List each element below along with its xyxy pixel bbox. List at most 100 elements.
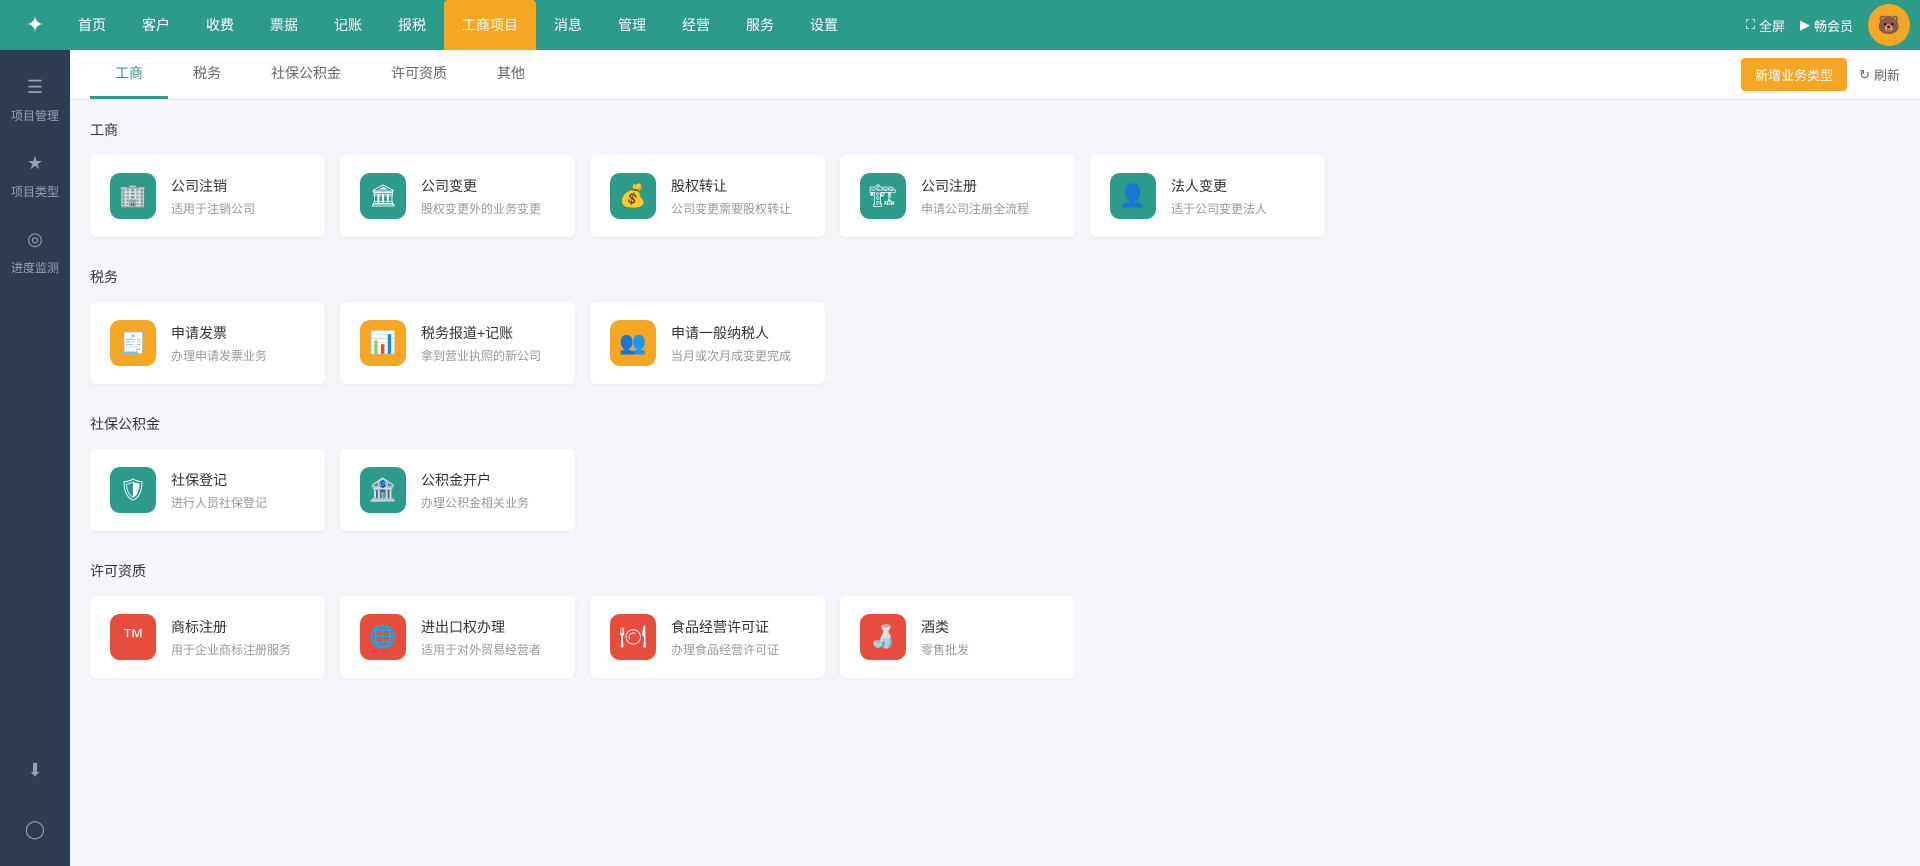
card-equity-transfer[interactable]: 💰 股权转让 公司变更需要股权转让 [590, 155, 825, 237]
card-company-register[interactable]: 🏗 公司注册 申请公司注册全流程 [840, 155, 1075, 237]
top-right-actions: ⛶ 全屏 ▶ 畅会员 🐻 [1746, 4, 1910, 46]
trademark-desc: 用于企业商标注册服务 [171, 641, 291, 658]
vip-label: 畅会员 [1814, 16, 1853, 35]
nav-bills[interactable]: 票据 [252, 0, 316, 50]
company-cancel-desc: 适用于注销公司 [171, 200, 255, 217]
card-general-taxpayer[interactable]: 👥 申请一般纳税人 当月或次月成变更完成 [590, 302, 825, 384]
section-xuke: 许可资质 ™ 商标注册 用于企业商标注册服务 🌐 进出口权办理 适用于对外贸 [90, 561, 1900, 678]
fullscreen-button[interactable]: ⛶ 全屏 [1746, 16, 1785, 35]
nav-fees[interactable]: 收费 [188, 0, 252, 50]
refresh-button[interactable]: ↻ 刷新 [1859, 65, 1900, 84]
app-logo: ✦ [10, 0, 60, 50]
tab-qita[interactable]: 其他 [472, 50, 550, 99]
card-trademark[interactable]: ™ 商标注册 用于企业商标注册服务 [90, 596, 325, 678]
company-cancel-title: 公司注销 [171, 176, 255, 196]
trademark-title: 商标注册 [171, 617, 291, 637]
liquor-desc: 零售批发 [921, 641, 969, 658]
sidebar-bottom: ⬇ ◯ [0, 743, 70, 856]
sidebar-help[interactable]: ◯ [0, 802, 70, 856]
company-cancel-icon: 🏢 [110, 173, 156, 219]
section-gongshang: 工商 🏢 公司注销 适用于注销公司 🏛 公司变更 股权变更外的业务变更 [90, 120, 1900, 237]
tab-shebao[interactable]: 社保公积金 [246, 50, 366, 99]
tax-bookkeeping-icon: 📊 [360, 320, 406, 366]
sidebar-item-label-type: 项目类型 [11, 183, 59, 200]
nav-customer[interactable]: 客户 [124, 0, 188, 50]
legal-change-desc: 适于公司变更法人 [1171, 200, 1267, 217]
import-export-desc: 适用于对外贸易经营者 [421, 641, 541, 658]
food-license-icon: 🍽 [610, 614, 656, 660]
social-insurance-info: 社保登记 进行人员社保登记 [171, 470, 267, 511]
card-company-cancel[interactable]: 🏢 公司注销 适用于注销公司 [90, 155, 325, 237]
legal-change-icon: 👤 [1110, 173, 1156, 219]
equity-transfer-title: 股权转让 [671, 176, 791, 196]
tax-bookkeeping-desc: 拿到营业执照的新公司 [421, 347, 541, 364]
main-layout: ☰ 项目管理 ★ 项目类型 ◎ 进度监测 ⬇ ◯ 工商 税务 社保公积金 [0, 50, 1920, 866]
company-register-info: 公司注册 申请公司注册全流程 [921, 176, 1029, 217]
company-change-info: 公司变更 股权变更外的业务变更 [421, 176, 541, 217]
card-import-export[interactable]: 🌐 进出口权办理 适用于对外贸易经营者 [340, 596, 575, 678]
section-title-shuiwu: 税务 [90, 267, 1900, 287]
vip-button[interactable]: ▶ 畅会员 [1800, 16, 1853, 35]
nav-settings[interactable]: 设置 [792, 0, 856, 50]
section-title-gongshang: 工商 [90, 120, 1900, 140]
trademark-icon: ™ [110, 614, 156, 660]
tab-gongshang[interactable]: 工商 [90, 50, 168, 99]
fullscreen-icon: ⛶ [1746, 17, 1755, 33]
company-cancel-info: 公司注销 适用于注销公司 [171, 176, 255, 217]
company-change-icon: 🏛 [360, 173, 406, 219]
card-tax-bookkeeping[interactable]: 📊 税务报道+记账 拿到营业执照的新公司 [340, 302, 575, 384]
content-scroll[interactable]: 工商 🏢 公司注销 适用于注销公司 🏛 公司变更 股权变更外的业务变更 [70, 100, 1920, 866]
card-company-change[interactable]: 🏛 公司变更 股权变更外的业务变更 [340, 155, 575, 237]
refresh-label: 刷新 [1874, 65, 1900, 84]
food-license-title: 食品经营许可证 [671, 617, 779, 637]
tab-xuke[interactable]: 许可资质 [366, 50, 472, 99]
invoice-apply-info: 申请发票 办理申请发票业务 [171, 323, 267, 364]
project-management-icon: ☰ [20, 72, 50, 102]
company-register-title: 公司注册 [921, 176, 1029, 196]
add-business-type-button[interactable]: 新增业务类型 [1741, 58, 1847, 91]
sidebar-item-project-management[interactable]: ☰ 项目管理 [0, 60, 70, 136]
top-navigation: ✦ 首页 客户 收费 票据 记账 报税 工商项目 消息 管理 经营 服务 设置 … [0, 0, 1920, 50]
tax-bookkeeping-title: 税务报道+记账 [421, 323, 541, 343]
nav-business-project[interactable]: 工商项目 [444, 0, 536, 50]
mascot-avatar[interactable]: 🐻 [1868, 4, 1910, 46]
provident-fund-desc: 办理公积金相关业务 [421, 494, 529, 511]
card-provident-fund[interactable]: 🏦 公积金开户 办理公积金相关业务 [340, 449, 575, 531]
nav-tax-report[interactable]: 报税 [380, 0, 444, 50]
sidebar-item-progress[interactable]: ◎ 进度监测 [0, 212, 70, 288]
food-license-info: 食品经营许可证 办理食品经营许可证 [671, 617, 779, 658]
nav-service[interactable]: 服务 [728, 0, 792, 50]
nav-home[interactable]: 首页 [60, 0, 124, 50]
company-change-desc: 股权变更外的业务变更 [421, 200, 541, 217]
card-social-insurance[interactable]: 🛡 社保登记 进行人员社保登记 [90, 449, 325, 531]
equity-transfer-desc: 公司变更需要股权转让 [671, 200, 791, 217]
card-invoice-apply[interactable]: 🧾 申请发票 办理申请发票业务 [90, 302, 325, 384]
equity-transfer-info: 股权转让 公司变更需要股权转让 [671, 176, 791, 217]
section-title-xuke: 许可资质 [90, 561, 1900, 581]
tab-shuiwu[interactable]: 税务 [168, 50, 246, 99]
nav-management[interactable]: 管理 [600, 0, 664, 50]
company-change-title: 公司变更 [421, 176, 541, 196]
nav-messages[interactable]: 消息 [536, 0, 600, 50]
general-taxpayer-info: 申请一般纳税人 当月或次月成变更完成 [671, 323, 791, 364]
nav-bookkeeping[interactable]: 记账 [316, 0, 380, 50]
cards-grid-shuiwu: 🧾 申请发票 办理申请发票业务 📊 税务报道+记账 拿到营业执照的新公司 [90, 302, 1900, 384]
sidebar-download[interactable]: ⬇ [0, 743, 70, 797]
sidebar-item-project-type[interactable]: ★ 项目类型 [0, 136, 70, 212]
general-taxpayer-icon: 👥 [610, 320, 656, 366]
company-register-icon: 🏗 [860, 173, 906, 219]
general-taxpayer-title: 申请一般纳税人 [671, 323, 791, 343]
invoice-apply-icon: 🧾 [110, 320, 156, 366]
refresh-icon: ↻ [1859, 67, 1870, 83]
card-legal-change[interactable]: 👤 法人变更 适于公司变更法人 [1090, 155, 1325, 237]
nav-operations[interactable]: 经营 [664, 0, 728, 50]
sidebar-item-label-progress: 进度监测 [11, 259, 59, 276]
help-icon: ◯ [20, 814, 50, 844]
social-insurance-icon: 🛡 [110, 467, 156, 513]
legal-change-title: 法人变更 [1171, 176, 1267, 196]
project-type-icon: ★ [20, 148, 50, 178]
card-food-license[interactable]: 🍽 食品经营许可证 办理食品经营许可证 [590, 596, 825, 678]
card-liquor[interactable]: 🍶 酒类 零售批发 [840, 596, 1075, 678]
fullscreen-label: 全屏 [1759, 16, 1785, 35]
vip-icon: ▶ [1800, 17, 1810, 33]
